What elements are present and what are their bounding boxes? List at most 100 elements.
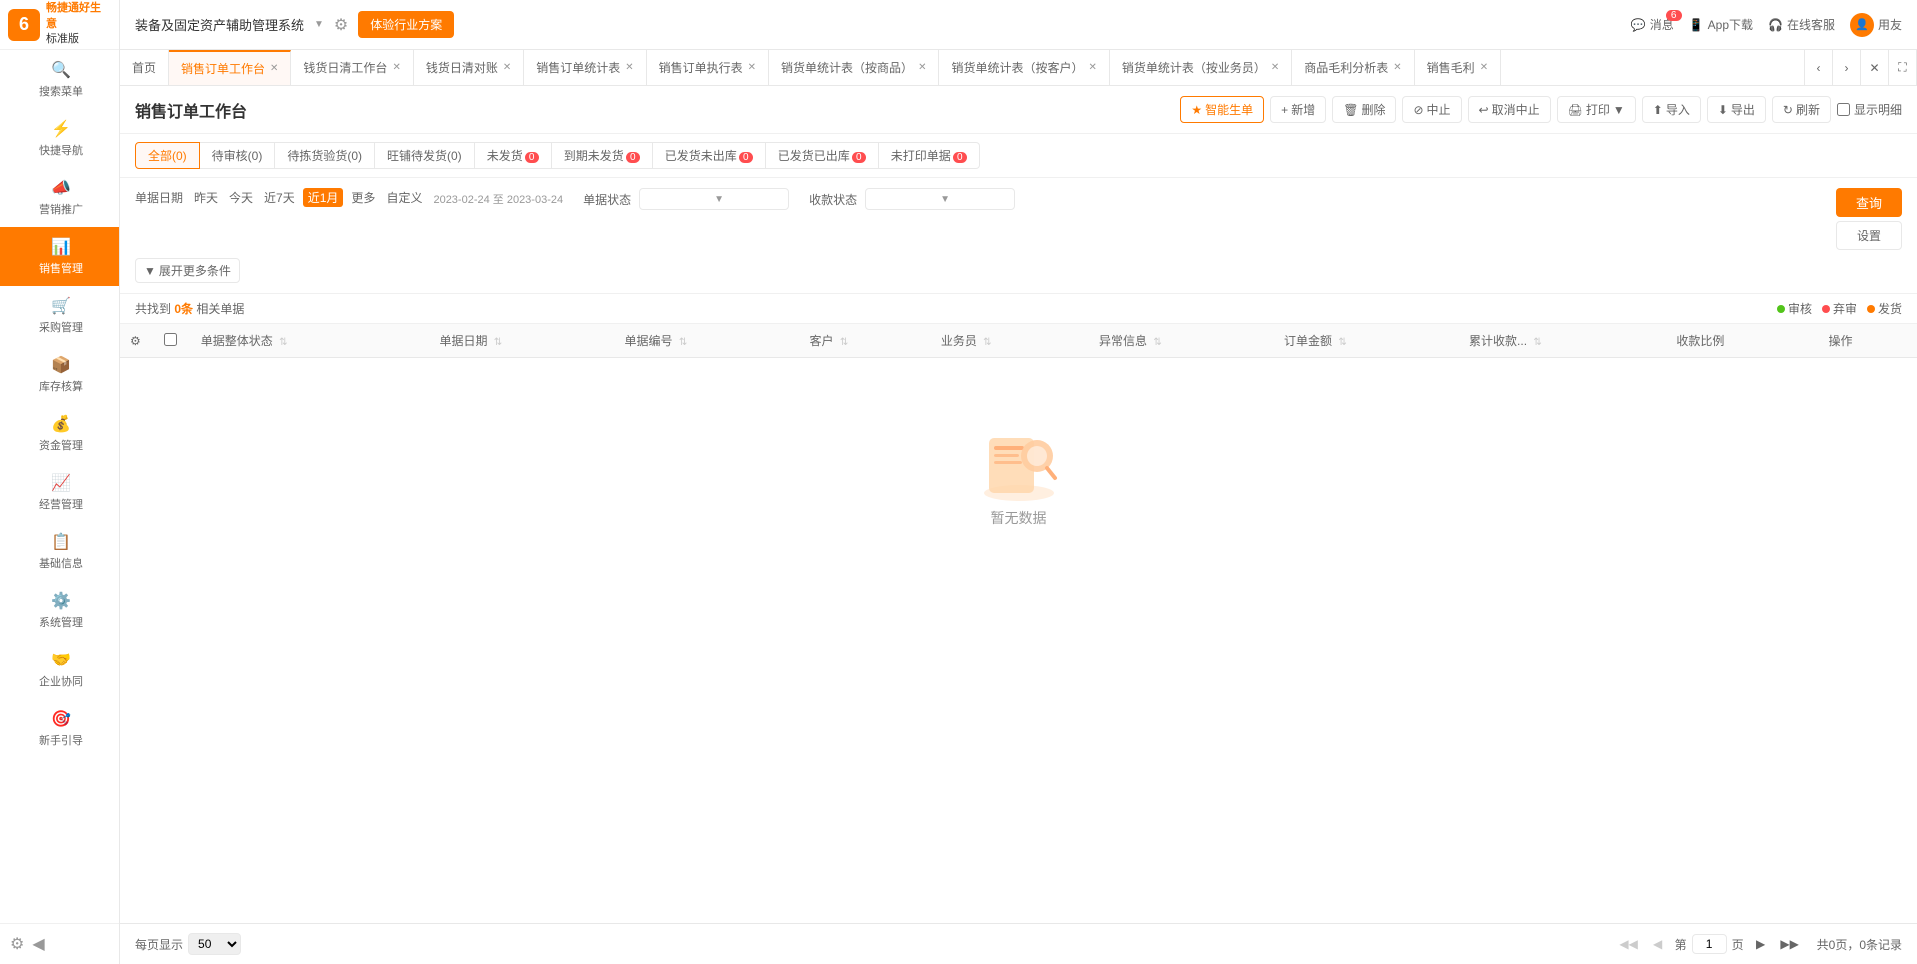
sidebar-item-basic-info[interactable]: 📋基础信息	[0, 522, 119, 581]
tab-home[interactable]: 首页	[120, 50, 169, 86]
tab-sales-workbench[interactable]: 销售订单工作台✕	[169, 50, 291, 86]
date-btn-today[interactable]: 今天	[226, 188, 256, 207]
tab-sales-customer-stats[interactable]: 销货单统计表（按客户）✕	[939, 50, 1109, 86]
tab-cash-reconcile[interactable]: 钱货日清对账✕	[414, 50, 524, 86]
tab-sales-product-stats[interactable]: 销货单统计表（按商品）✕	[769, 50, 939, 86]
tab-scroll-right-btn[interactable]: ›	[1833, 50, 1861, 86]
date-btn-custom[interactable]: 自定义	[383, 188, 425, 207]
sub-tab-overdue-unshipped[interactable]: 到期未发货0	[552, 142, 653, 169]
online-service-item[interactable]: 🎧 在线客服	[1768, 16, 1835, 33]
page-size-select[interactable]: 10 20 50 100	[188, 933, 241, 955]
sidebar-item-search[interactable]: 🔍搜索菜单	[0, 50, 119, 109]
tab-close-gross-profit[interactable]: ✕	[1393, 62, 1401, 73]
industry-btn[interactable]: 体验行业方案	[358, 11, 454, 38]
sidebar-item-system[interactable]: ⚙️系统管理	[0, 581, 119, 640]
tab-cash-daily[interactable]: 钱货日清工作台✕	[291, 50, 413, 86]
tab-close-cash-reconcile[interactable]: ✕	[503, 62, 511, 73]
doc-status-select[interactable]: ▼	[639, 188, 789, 210]
tab-close-sales-customer-stats[interactable]: ✕	[1088, 62, 1096, 73]
sub-tab-pending-review[interactable]: 待审核(0)	[200, 142, 276, 169]
export-btn[interactable]: ⬇ 导出	[1707, 96, 1766, 123]
nav-icon-system: ⚙️	[51, 591, 71, 611]
add-btn[interactable]: + 新增	[1270, 96, 1326, 123]
sidebar-item-purchase[interactable]: 🛒采购管理	[0, 286, 119, 345]
sidebar-item-sales[interactable]: 📊销售管理	[0, 227, 119, 286]
tab-close-cash-daily[interactable]: ✕	[392, 62, 400, 73]
message-item[interactable]: 💬 6 消息	[1631, 16, 1674, 33]
settings-icon[interactable]: ⚙	[10, 934, 24, 954]
search-btn[interactable]: 查询	[1836, 188, 1902, 217]
page-number-input[interactable]	[1692, 934, 1727, 954]
sidebar-item-operations[interactable]: 📈经营管理	[0, 463, 119, 522]
cancel-stop-btn[interactable]: ↩ 取消中止	[1468, 96, 1551, 123]
date-btn-yesterday[interactable]: 昨天	[191, 188, 221, 207]
topbar-gear-icon[interactable]: ⚙	[334, 15, 348, 35]
smart-gen-btn[interactable]: ★ 智能生单	[1180, 96, 1264, 123]
set-btn[interactable]: 设置	[1836, 221, 1902, 250]
sidebar-item-quick-nav[interactable]: ⚡快捷导航	[0, 109, 119, 168]
date-btn-1month[interactable]: 近1月	[303, 188, 344, 207]
main-area: 装备及固定资产辅助管理系统 ▼ ⚙ 体验行业方案 💬 6 消息 📱 App下载 …	[120, 0, 1917, 964]
import-btn[interactable]: ⬆ 导入	[1642, 96, 1701, 123]
sidebar-item-guide[interactable]: 🎯新手引导	[0, 699, 119, 758]
tab-sales-staff-stats[interactable]: 销货单统计表（按业务员）✕	[1110, 50, 1292, 86]
tab-gross-profit[interactable]: 商品毛利分析表✕	[1292, 50, 1414, 86]
tab-close-sales-more[interactable]: ✕	[1480, 62, 1488, 73]
tab-close-all-btn[interactable]: ✕	[1861, 50, 1889, 86]
tab-sales-stats[interactable]: 销售订单统计表✕	[524, 50, 646, 86]
sub-tab-unshipped[interactable]: 未发货0	[475, 142, 552, 169]
filter-bar: 单据日期 昨天 今天 近7天 近1月 更多 自定义 2023-02-24 至 2…	[120, 178, 1917, 294]
sort-icon-received: ⇅	[1533, 337, 1541, 348]
stop-btn[interactable]: ⊘ 中止	[1402, 96, 1461, 123]
tab-close-sales-stats[interactable]: ✕	[625, 62, 633, 73]
date-btn-7days[interactable]: 近7天	[261, 188, 298, 207]
th-settings[interactable]: ⚙	[120, 324, 151, 358]
tab-close-sales-workbench[interactable]: ✕	[270, 63, 278, 74]
show-detail-checkbox[interactable]	[1837, 103, 1850, 116]
add-label: 新增	[1291, 101, 1315, 118]
tab-scroll-left-btn[interactable]: ‹	[1805, 50, 1833, 86]
prev-page-btn[interactable]: ◀	[1646, 932, 1670, 956]
sub-tab-all[interactable]: 全部(0)	[135, 142, 200, 169]
tab-sales-execute[interactable]: 销售订单执行表✕	[647, 50, 769, 86]
sub-tab-wangpu-pending-ship[interactable]: 旺铺待发货(0)	[375, 142, 475, 169]
payment-status-select[interactable]: ▼	[865, 188, 1015, 210]
tab-fullscreen-btn[interactable]: ⛶	[1889, 50, 1917, 86]
select-all-checkbox[interactable]	[164, 333, 177, 346]
sub-tab-shipped-not-out[interactable]: 已发货未出库0	[653, 142, 766, 169]
sidebar-item-marketing[interactable]: 📣营销推广	[0, 168, 119, 227]
tab-close-sales-staff-stats[interactable]: ✕	[1271, 62, 1279, 73]
date-btn-more[interactable]: 更多	[348, 188, 378, 207]
print-btn[interactable]: 🖨 打印 ▼	[1557, 96, 1636, 123]
th-checkbox[interactable]	[151, 324, 191, 358]
system-dropdown[interactable]: ▼	[314, 19, 324, 30]
nav-label-cooperation: 企业协同	[39, 673, 83, 689]
doc-status-value	[648, 192, 714, 206]
page-label: 第	[1675, 936, 1687, 953]
sidebar-item-inventory[interactable]: 📦库存核算	[0, 345, 119, 404]
tab-list: 首页销售订单工作台✕钱货日清工作台✕钱货日清对账✕销售订单统计表✕销售订单执行表…	[120, 50, 1804, 86]
first-page-btn[interactable]: ◀◀	[1617, 932, 1641, 956]
user-item[interactable]: 👤 用友	[1850, 13, 1902, 37]
tab-close-sales-execute[interactable]: ✕	[748, 62, 756, 73]
app-download-item[interactable]: 📱 App下载	[1689, 16, 1753, 33]
tab-close-sales-product-stats[interactable]: ✕	[918, 62, 926, 73]
last-page-btn[interactable]: ▶▶	[1778, 932, 1802, 956]
next-page-btn[interactable]: ▶	[1749, 932, 1773, 956]
show-detail-label[interactable]: 显示明细	[1837, 101, 1902, 118]
expand-conditions-btn[interactable]: ▼ 展开更多条件	[135, 258, 240, 283]
sidebar-item-finance[interactable]: 💰资金管理	[0, 404, 119, 463]
cancel-review-action-btn[interactable]: 弃审	[1822, 300, 1857, 317]
sub-tab-unprinted[interactable]: 未打印单据0	[879, 142, 980, 169]
ship-action-btn[interactable]: 发货	[1867, 300, 1902, 317]
sub-tab-pending-inspection[interactable]: 待拣货验货(0)	[275, 142, 375, 169]
page-title: 销售订单工作台	[135, 98, 247, 122]
sidebar-item-cooperation[interactable]: 🤝企业协同	[0, 640, 119, 699]
refresh-btn[interactable]: ↻ 刷新	[1772, 96, 1831, 123]
sub-tab-shipped-out[interactable]: 已发货已出库0	[766, 142, 879, 169]
edition-label: 标准版	[46, 32, 111, 47]
collapse-icon[interactable]: ◀	[32, 934, 44, 954]
delete-btn[interactable]: 🗑 删除	[1332, 96, 1396, 123]
review-action-btn[interactable]: 审核	[1777, 300, 1812, 317]
tab-sales-more[interactable]: 销售毛利✕	[1415, 50, 1501, 86]
